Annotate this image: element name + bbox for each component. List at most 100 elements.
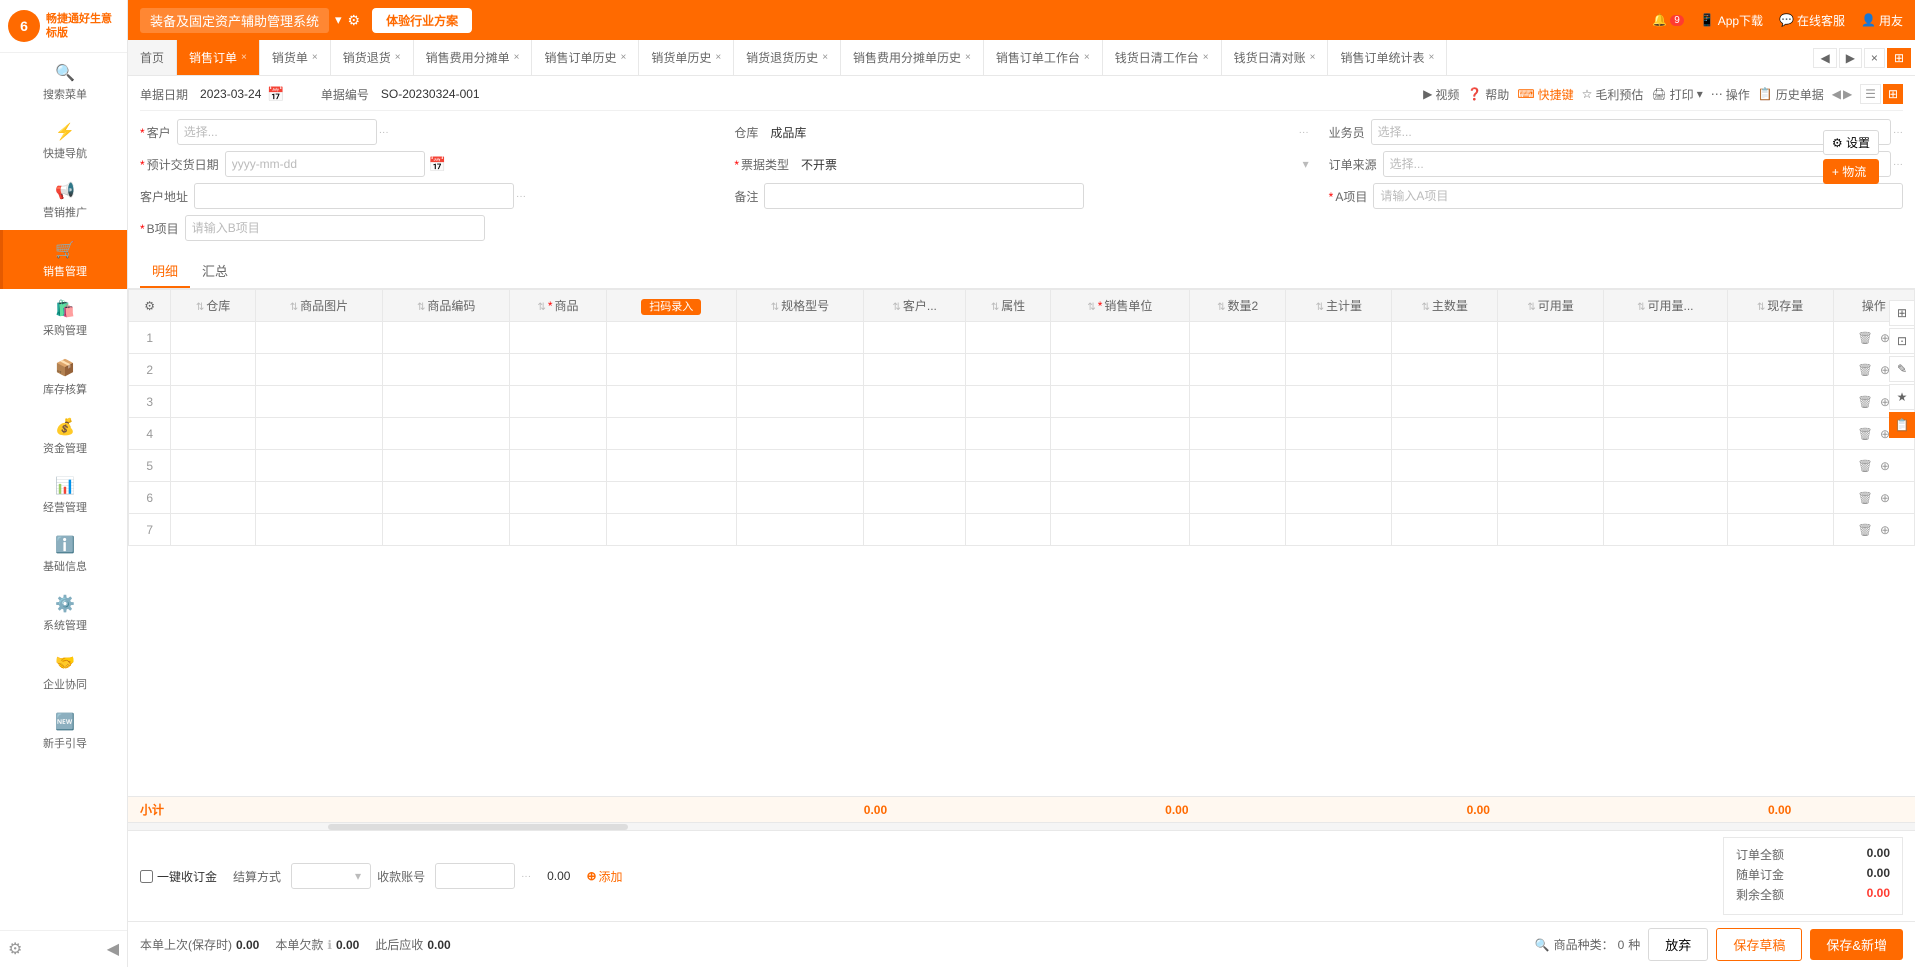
cell-warehouse[interactable]: [171, 418, 255, 450]
cell-settings[interactable]: 6: [129, 482, 171, 514]
cell-image[interactable]: [255, 514, 382, 546]
cell-code[interactable]: [383, 450, 510, 482]
help-btn[interactable]: ❓ 帮助: [1467, 86, 1509, 103]
float-btn-5[interactable]: 📋: [1889, 412, 1915, 438]
cell-qty2[interactable]: [1189, 418, 1285, 450]
cell-product[interactable]: [510, 386, 606, 418]
tabbar-prev-icon[interactable]: ◀: [1813, 48, 1836, 68]
cell-qty2[interactable]: [1189, 386, 1285, 418]
prev-page-icon[interactable]: ◀: [1832, 87, 1841, 101]
online-service[interactable]: 💬 在线客服: [1779, 12, 1845, 29]
float-btn-4[interactable]: ★: [1889, 384, 1915, 410]
customer-address-more-icon[interactable]: ···: [516, 191, 526, 202]
cell-warehouse[interactable]: [171, 322, 255, 354]
system-dropdown-icon[interactable]: ▾: [335, 12, 342, 28]
sidebar-item-系统管理[interactable]: ⚙️系统管理: [0, 584, 127, 643]
cell-spec[interactable]: [736, 354, 863, 386]
cell-warehouse[interactable]: [171, 482, 255, 514]
view-btn[interactable]: ▶ 视频: [1423, 86, 1459, 103]
cell-main_unit[interactable]: [1286, 418, 1392, 450]
delivery-date-input[interactable]: [225, 151, 425, 177]
customer-address-input[interactable]: [194, 183, 514, 209]
staff-more-icon[interactable]: ···: [1893, 127, 1903, 138]
cell-code[interactable]: [383, 418, 510, 450]
tab-close-icon[interactable]: ×: [312, 52, 318, 63]
tab-销售订单工作台[interactable]: 销售订单工作台×: [984, 40, 1103, 75]
tab-close-icon[interactable]: ×: [241, 52, 247, 63]
cell-main_unit[interactable]: [1286, 354, 1392, 386]
cell-current[interactable]: [1727, 450, 1833, 482]
cell-available2[interactable]: [1603, 450, 1727, 482]
sidebar-item-快捷导航[interactable]: ⚡快捷导航: [0, 112, 127, 171]
cell-current[interactable]: [1727, 514, 1833, 546]
cell-product[interactable]: [510, 418, 606, 450]
operation-btn[interactable]: ⋯ 操作: [1711, 86, 1750, 103]
column-settings-icon[interactable]: ⚙: [144, 299, 155, 313]
add-product-btn[interactable]: + 物流: [1823, 159, 1879, 184]
settings-gear-icon[interactable]: ⚙: [348, 12, 361, 29]
cell-main_qty[interactable]: [1392, 354, 1498, 386]
print-btn[interactable]: 🖨 打印 ▾: [1651, 86, 1702, 103]
scroll-bar[interactable]: [128, 822, 1915, 830]
next-page-icon[interactable]: ▶: [1843, 87, 1852, 101]
cell-customer_code[interactable]: [864, 386, 966, 418]
cell-settings[interactable]: 4: [129, 418, 171, 450]
tab-销货单[interactable]: 销货单×: [260, 40, 331, 75]
tab-close-icon[interactable]: ×: [715, 52, 721, 63]
b-project-input[interactable]: [185, 215, 485, 241]
list-view-icon[interactable]: ☰: [1860, 84, 1881, 104]
cell-image[interactable]: [255, 322, 382, 354]
tabbar-close-icon[interactable]: ×: [1864, 48, 1885, 68]
delete-icon[interactable]: 🗑: [1857, 395, 1872, 409]
settings-btn[interactable]: ⚙ 设置: [1823, 130, 1879, 155]
cell-current[interactable]: [1727, 354, 1833, 386]
float-btn-3[interactable]: ✎: [1889, 356, 1915, 382]
delivery-calendar-icon[interactable]: 📅: [429, 156, 446, 173]
cell-product[interactable]: [510, 450, 606, 482]
cell-available2[interactable]: [1603, 354, 1727, 386]
cell-unit[interactable]: [1050, 482, 1189, 514]
warehouse-more-icon[interactable]: ···: [1299, 127, 1309, 138]
cell-main_qty[interactable]: [1392, 418, 1498, 450]
cell-action[interactable]: 🗑 ⊕: [1833, 514, 1914, 546]
staff-input[interactable]: [1371, 119, 1891, 145]
tab-close-icon[interactable]: ×: [1428, 52, 1434, 63]
cell-available[interactable]: [1498, 354, 1604, 386]
cell-image[interactable]: [255, 386, 382, 418]
tab-close-icon[interactable]: ×: [965, 52, 971, 63]
tab-close-icon[interactable]: ×: [620, 52, 626, 63]
sidebar-item-基础信息[interactable]: ℹ️基础信息: [0, 525, 127, 584]
float-btn-1[interactable]: ⊞: [1889, 300, 1915, 326]
calendar-icon[interactable]: 📅: [267, 86, 284, 103]
cell-warehouse[interactable]: [171, 450, 255, 482]
cell-main_qty[interactable]: [1392, 386, 1498, 418]
order-source-more-icon[interactable]: ···: [1893, 159, 1903, 170]
cell-available[interactable]: [1498, 514, 1604, 546]
delete-icon[interactable]: 🗑: [1857, 427, 1872, 441]
sidebar-item-经营管理[interactable]: 📊经营管理: [0, 466, 127, 525]
cell-warehouse[interactable]: [171, 354, 255, 386]
cell-unit[interactable]: [1050, 322, 1189, 354]
collection-account-select[interactable]: [435, 863, 515, 889]
cell-spec[interactable]: [736, 514, 863, 546]
tab-销货退货历史[interactable]: 销货退货历史×: [734, 40, 841, 75]
sidebar-item-资金管理[interactable]: 💰资金管理: [0, 407, 127, 466]
copy-icon[interactable]: ⊕: [1880, 523, 1890, 537]
delete-icon[interactable]: 🗑: [1857, 331, 1872, 345]
cell-product[interactable]: [510, 322, 606, 354]
cell-qty2[interactable]: [1189, 450, 1285, 482]
cell-available2[interactable]: [1603, 482, 1727, 514]
sidebar-item-新手引导[interactable]: 🆕新手引导: [0, 702, 127, 761]
tab-close-icon[interactable]: ×: [514, 52, 520, 63]
tab-销售费用分摊单[interactable]: 销售费用分摊单×: [414, 40, 533, 75]
copy-icon[interactable]: ⊕: [1880, 491, 1890, 505]
cell-warehouse[interactable]: [171, 514, 255, 546]
tab-销售费用分摊单历史[interactable]: 销售费用分摊单历史×: [841, 40, 984, 75]
cell-spec[interactable]: [736, 418, 863, 450]
delete-icon[interactable]: 🗑: [1857, 459, 1872, 473]
collection-account-more-icon[interactable]: ···: [521, 871, 531, 882]
debit-info-icon[interactable]: ℹ: [327, 938, 332, 952]
cell-code[interactable]: [383, 386, 510, 418]
industry-btn[interactable]: 体验行业方案: [372, 8, 472, 33]
cell-main_qty[interactable]: [1392, 322, 1498, 354]
